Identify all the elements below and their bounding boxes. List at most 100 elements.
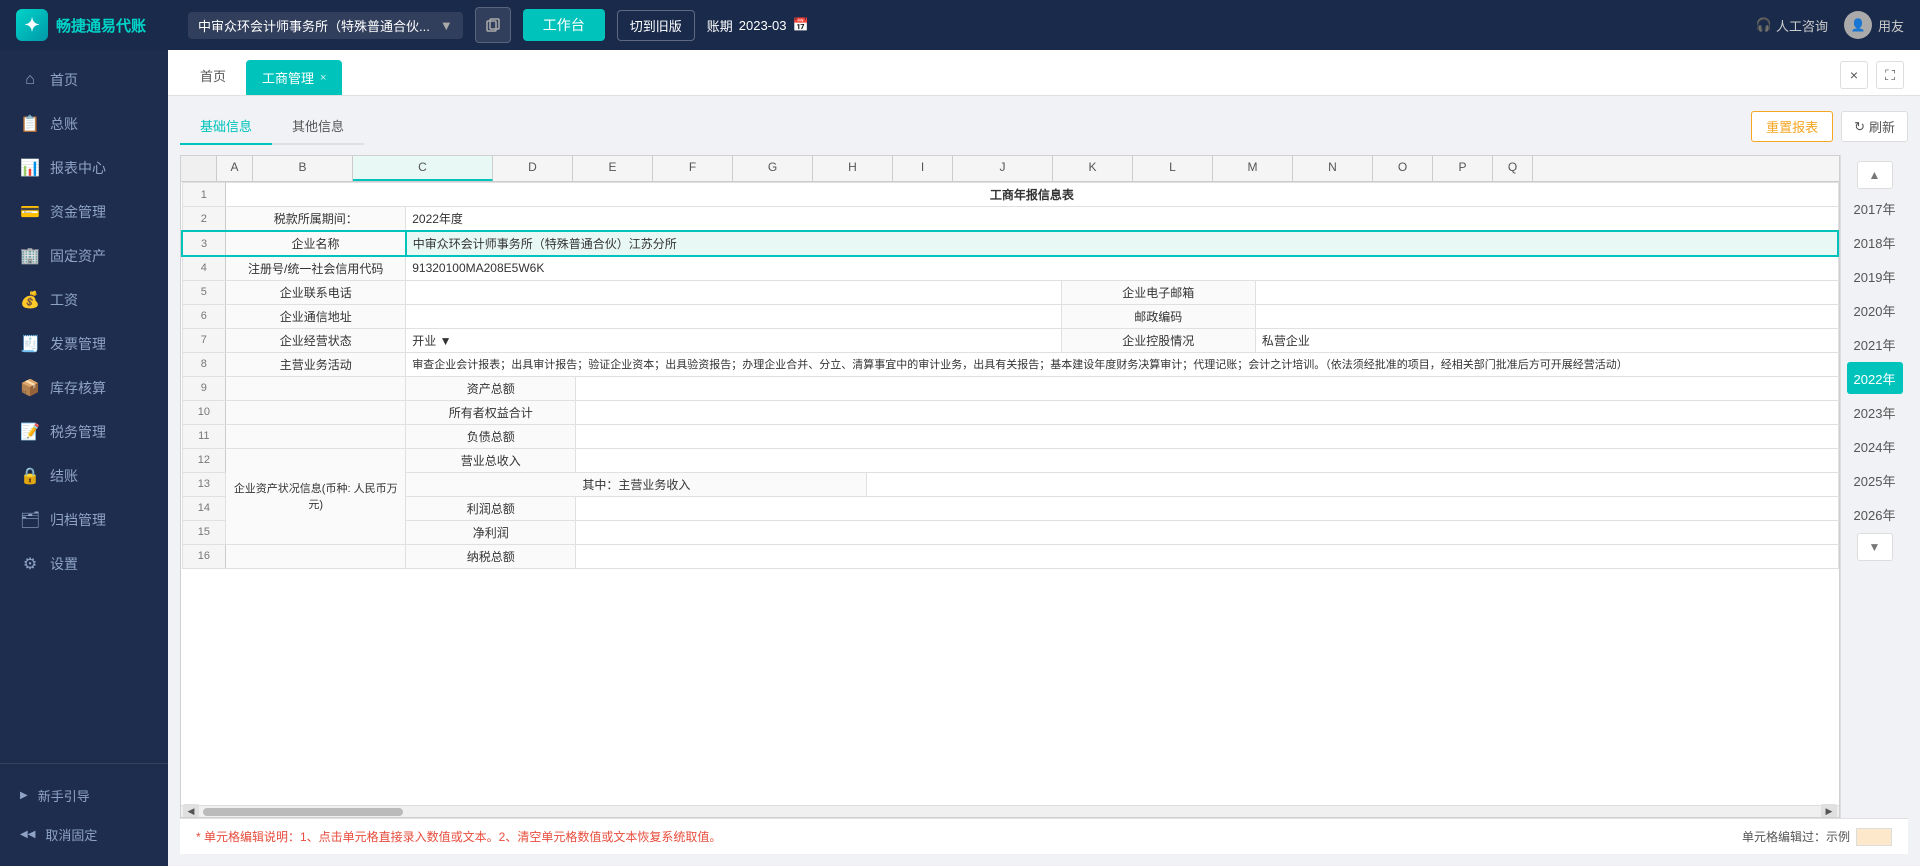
fin-status-label: 企业资产状况信息(币种: 人民币万元) (226, 448, 406, 544)
email-value[interactable] (1255, 280, 1838, 304)
col-header-a: A (217, 156, 253, 181)
sidebar-item-finance[interactable]: 💳 资金管理 (0, 190, 168, 234)
sidebar-item-close[interactable]: 🔒 结账 (0, 454, 168, 498)
equity-value[interactable] (576, 400, 1838, 424)
sidebar-item-guide[interactable]: ▶ 新手引导 (0, 776, 168, 815)
year-item-2021[interactable]: 2021年 (1847, 328, 1903, 360)
reports-icon: 📊 (20, 158, 40, 178)
scrollbar-thumb[interactable] (203, 808, 403, 816)
year-scroll-down[interactable]: ▼ (1857, 533, 1893, 561)
sidebar-item-archive[interactable]: 🗂 归档管理 (0, 498, 168, 542)
play-icon: ▶ (20, 790, 28, 801)
content-area: 基础信息 其他信息 重置报表 ↻ 刷新 A (168, 96, 1920, 866)
period-display: 账期 2023-03 📅 (707, 16, 809, 35)
spreadsheet-body[interactable]: 1 工商年报信息表 2 税款所属期间： 2022年度 3 (181, 182, 1839, 805)
row-num: 3 (182, 231, 226, 256)
sidebar-item-assets[interactable]: 🏢 固定资产 (0, 234, 168, 278)
layout: ⌂ 首页 📋 总账 📊 报表中心 💳 资金管理 🏢 固定资产 💰 工资 (0, 50, 1920, 866)
scroll-left-button[interactable]: ◀ (183, 804, 199, 819)
avatar: 👤 (1844, 11, 1872, 39)
company-name-value[interactable]: 中审众环会计师事务所（特殊普通合伙）江苏分所 (406, 231, 1838, 256)
sidebar-item-settings[interactable]: ⚙ 设置 (0, 542, 168, 586)
old-version-button[interactable]: 切到旧版 (617, 10, 695, 41)
year-scroll-up[interactable]: ▲ (1857, 161, 1893, 189)
calendar-icon[interactable]: 📅 (792, 17, 808, 33)
company-name-label: 企业名称 (226, 231, 406, 256)
service-button[interactable]: 🎧 人工咨询 (1756, 16, 1828, 35)
copy-button[interactable] (475, 7, 511, 43)
year-item-2020[interactable]: 2020年 (1847, 294, 1903, 326)
sidebar-label-ledger: 总账 (50, 114, 78, 134)
net-profit-value[interactable] (576, 520, 1838, 544)
col-header-g: G (733, 156, 813, 181)
tab-close-button[interactable]: × (320, 72, 326, 84)
sidebar-item-salary[interactable]: 💰 工资 (0, 278, 168, 322)
sub-tab-other[interactable]: 其他信息 (272, 108, 364, 145)
spreadsheet-main: A B C D E F G H I J K L M N O (180, 155, 1840, 818)
workbench-button[interactable]: 工作台 (523, 9, 605, 41)
year-item-2018[interactable]: 2018年 (1847, 226, 1903, 258)
sidebar-label-assets: 固定资产 (50, 246, 106, 266)
sub-tab-basic[interactable]: 基础信息 (180, 108, 272, 145)
salary-icon: 💰 (20, 290, 40, 310)
reset-report-button[interactable]: 重置报表 (1751, 111, 1833, 142)
row-num: 1 (182, 183, 226, 207)
holding-value[interactable]: 私营企业 (1255, 328, 1838, 352)
tax-period-value[interactable]: 2022年度 (406, 207, 1838, 232)
company-selector[interactable]: 中审众环会计师事务所（特殊普通合伙... ▼ (188, 12, 463, 39)
main-biz-value[interactable]: 审查企业会计报表；出具审计报告；验证企业资本；出具验资报告；办理企业合并、分立、… (406, 352, 1838, 376)
sidebar-item-home[interactable]: ⌂ 首页 (0, 58, 168, 102)
sidebar-label-archive: 归档管理 (50, 510, 106, 530)
sidebar-item-inventory[interactable]: 📦 库存核算 (0, 366, 168, 410)
tab-home[interactable]: 首页 (184, 58, 242, 95)
column-headers: A B C D E F G H I J K L M N O (181, 156, 1839, 182)
total-tax-value[interactable] (576, 544, 1838, 568)
phone-value[interactable] (406, 280, 1061, 304)
headset-icon: 🎧 (1756, 17, 1772, 33)
sidebar-label-settings: 设置 (50, 554, 78, 574)
tab-business[interactable]: 工商管理 × (246, 60, 342, 95)
total-profit-value[interactable] (576, 496, 1838, 520)
settings-icon: ⚙ (20, 554, 40, 574)
year-item-2019[interactable]: 2019年 (1847, 260, 1903, 292)
sidebar-item-ledger[interactable]: 📋 总账 (0, 102, 168, 146)
sidebar-nav: ⌂ 首页 📋 总账 📊 报表中心 💳 资金管理 🏢 固定资产 💰 工资 (0, 50, 168, 763)
inventory-icon: 📦 (20, 378, 40, 398)
scroll-right-button[interactable]: ▶ (1821, 804, 1837, 819)
total-liab-value[interactable] (576, 424, 1838, 448)
main-revenue-value[interactable] (867, 472, 1838, 496)
company-name: 中审众环会计师事务所（特殊普通合伙... (198, 16, 430, 35)
col-header-m: M (1213, 156, 1293, 181)
year-item-2023[interactable]: 2023年 (1847, 396, 1903, 428)
year-item-2017[interactable]: 2017年 (1847, 192, 1903, 224)
sidebar-label-salary: 工资 (50, 290, 78, 310)
home-icon: ⌂ (20, 71, 40, 89)
reg-code-value[interactable]: 91320100MA208E5W6K (406, 256, 1838, 280)
main-biz-label: 主营业务活动 (226, 352, 406, 376)
sheet-title[interactable]: 工商年报信息表 (226, 183, 1838, 207)
period-value: 2023-03 (739, 18, 787, 33)
close-window-button[interactable]: × (1840, 61, 1868, 89)
refresh-label: 刷新 (1869, 117, 1895, 136)
col-header-p: P (1433, 156, 1493, 181)
expand-window-button[interactable]: ⛶ (1876, 61, 1904, 89)
table-row: 16 纳税总额 (182, 544, 1838, 568)
horizontal-scrollbar[interactable]: ◀ ▶ (181, 805, 1839, 817)
total-assets-value[interactable] (576, 376, 1838, 400)
sidebar-item-tax[interactable]: 📝 税务管理 (0, 410, 168, 454)
sidebar-item-invoice[interactable]: 🧾 发票管理 (0, 322, 168, 366)
address-value[interactable] (406, 304, 1061, 328)
year-item-2025[interactable]: 2025年 (1847, 464, 1903, 496)
user-menu[interactable]: 👤 用友 (1844, 11, 1904, 39)
total-revenue-value[interactable] (576, 448, 1838, 472)
postal-value[interactable] (1255, 304, 1838, 328)
app-name: 畅捷通易代账 (56, 15, 146, 36)
sidebar-item-reports[interactable]: 📊 报表中心 (0, 146, 168, 190)
refresh-button[interactable]: ↻ 刷新 (1841, 111, 1908, 142)
refresh-icon: ↻ (1854, 119, 1865, 135)
year-item-2026[interactable]: 2026年 (1847, 498, 1903, 530)
year-item-2024[interactable]: 2024年 (1847, 430, 1903, 462)
biz-status-value[interactable]: 开业 ▼ (406, 328, 1061, 352)
sidebar-item-unpin[interactable]: ◀◀ 取消固定 (0, 815, 168, 854)
year-item-2022[interactable]: 2022年 (1847, 362, 1903, 394)
